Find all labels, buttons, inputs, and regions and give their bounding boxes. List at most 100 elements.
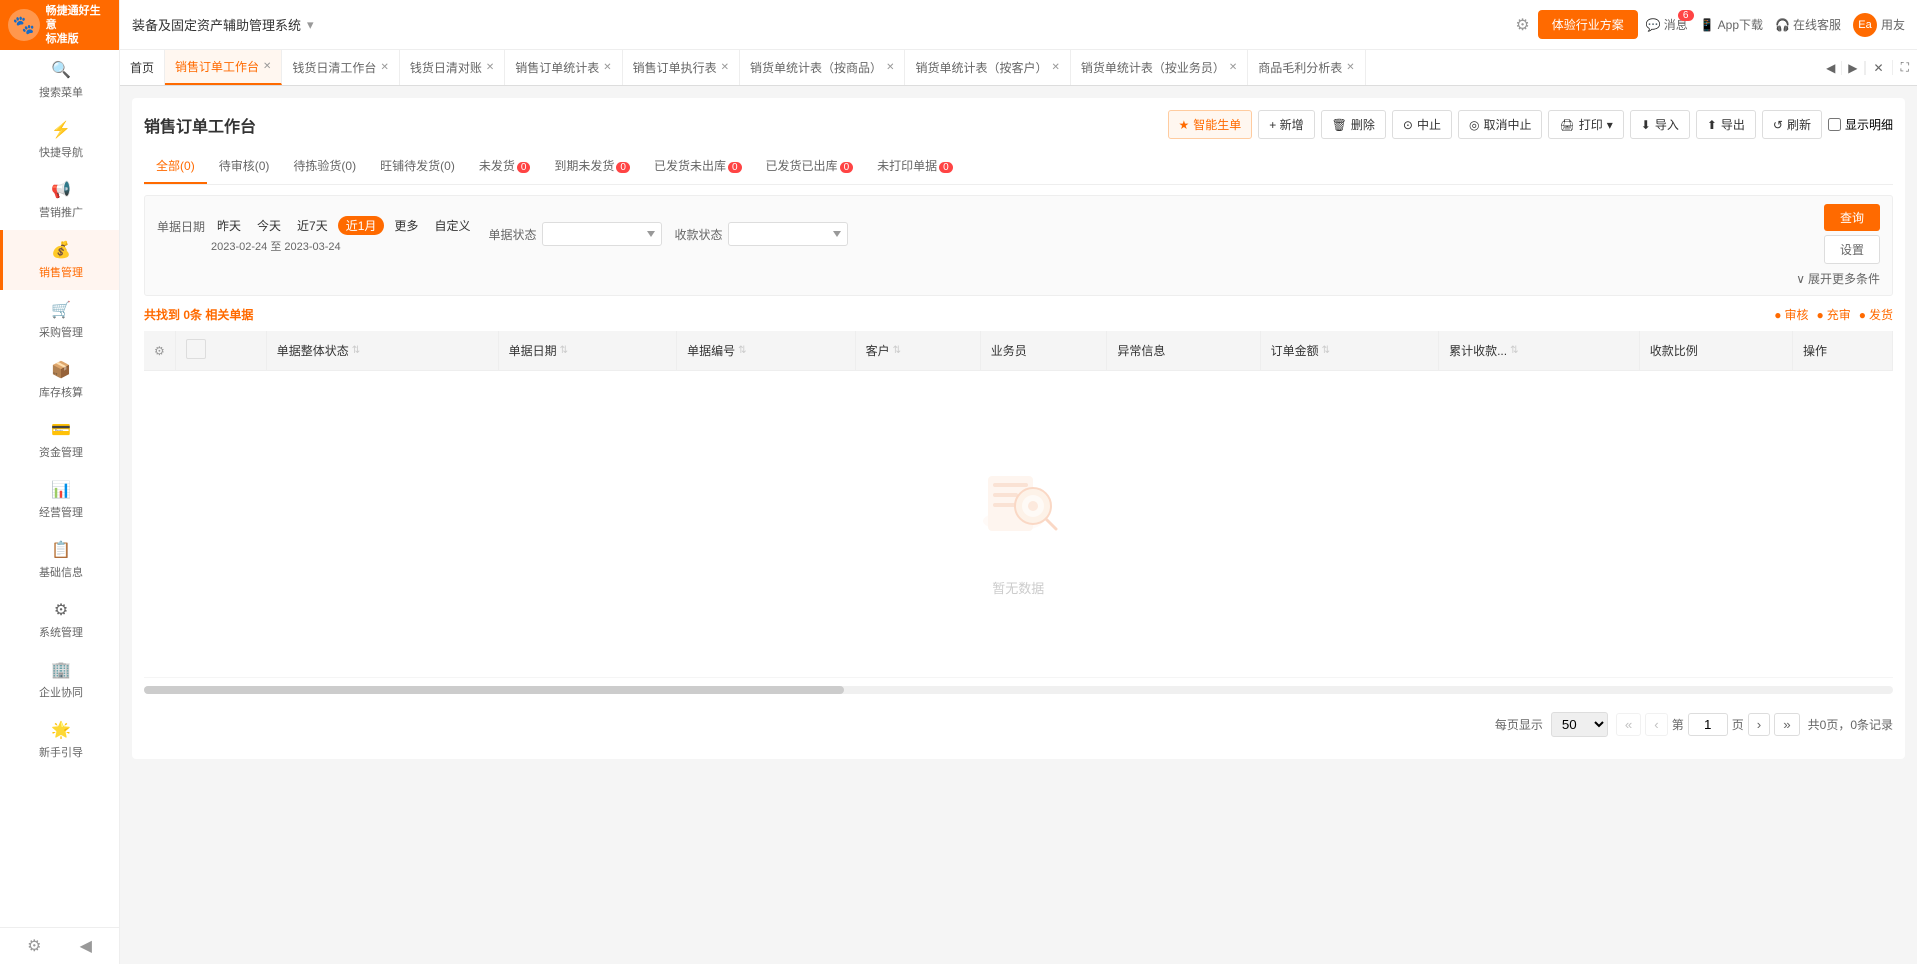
sort-received-icon[interactable]: ⇅: [1510, 345, 1518, 356]
add-button[interactable]: + 新增: [1258, 110, 1314, 139]
tab-summary-product-close[interactable]: ✕: [886, 62, 894, 73]
select-all-checkbox[interactable]: [186, 339, 206, 359]
query-button[interactable]: 查询: [1824, 204, 1880, 231]
date-opt-1month[interactable]: 近1月: [338, 216, 385, 235]
th-checkbox: [175, 331, 266, 371]
date-opt-more[interactable]: 更多: [388, 215, 424, 236]
tab-close-all[interactable]: ✕: [1865, 61, 1892, 75]
sort-date-icon[interactable]: ⇅: [560, 345, 568, 356]
smart-create-button[interactable]: ★ 智能生单: [1168, 110, 1253, 139]
sidebar-item-purchase[interactable]: 🛒 采购管理: [0, 290, 119, 350]
tab-scroll-left[interactable]: ◀: [1820, 61, 1842, 75]
subtab-wangpu[interactable]: 旺铺待发货(0): [368, 149, 467, 184]
collapse-icon[interactable]: ◀: [80, 936, 92, 956]
tab-sales-stat-close[interactable]: ✕: [603, 62, 611, 73]
date-opt-7days[interactable]: 近7天: [291, 215, 334, 236]
sidebar-item-sales[interactable]: 💰 销售管理: [0, 230, 119, 290]
tab-sales-summary-staff[interactable]: 销货单统计表（按业务员） ✕: [1071, 50, 1248, 85]
subtab-shipped-not-out[interactable]: 已发货未出库0: [642, 149, 754, 184]
th-staff: 业务员: [980, 331, 1107, 371]
tab-cash-daily[interactable]: 钱货日清工作台 ✕: [282, 50, 399, 85]
app-download-button[interactable]: 📱 App下载: [1700, 16, 1763, 33]
subtab-pending-review[interactable]: 待审核(0): [207, 149, 282, 184]
sidebar-item-shortcut[interactable]: ⚡ 快捷导航: [0, 110, 119, 170]
tab-summary-customer-close[interactable]: ✕: [1051, 62, 1059, 73]
page-number-input[interactable]: [1688, 713, 1728, 736]
tab-summary-staff-close[interactable]: ✕: [1229, 62, 1237, 73]
sidebar-item-inventory[interactable]: 📦 库存核算: [0, 350, 119, 410]
show-detail-checkbox[interactable]: [1828, 118, 1841, 131]
batch-ship-button[interactable]: ● 发货: [1859, 306, 1893, 323]
settings-icon[interactable]: ⚙: [27, 936, 41, 956]
tab-cash-reconcile-close[interactable]: ✕: [486, 62, 494, 73]
date-opt-yesterday[interactable]: 昨天: [211, 215, 247, 236]
sidebar-item-search[interactable]: 🔍 搜索菜单: [0, 50, 119, 110]
title-chevron-icon[interactable]: ▾: [307, 17, 314, 33]
export-icon: ⬆: [1707, 118, 1717, 132]
tab-scroll-right[interactable]: ▶: [1842, 61, 1864, 75]
sort-status-icon[interactable]: ⇅: [352, 345, 360, 356]
sidebar-item-guide[interactable]: 🌟 新手引导: [0, 710, 119, 770]
tab-sales-summary-product[interactable]: 销货单统计表（按商品） ✕: [740, 50, 905, 85]
tab-gross-profit-close[interactable]: ✕: [1346, 62, 1354, 73]
tab-cash-reconcile[interactable]: 钱货日清对账 ✕: [400, 50, 505, 85]
sidebar-item-system[interactable]: ⚙ 系统管理: [0, 590, 119, 650]
sidebar-item-enterprise[interactable]: 🏢 企业协同: [0, 650, 119, 710]
settings-button[interactable]: 设置: [1824, 235, 1880, 264]
subtab-pending-verify[interactable]: 待拣验货(0): [281, 149, 368, 184]
tab-sales-workbench-close[interactable]: ✕: [263, 61, 271, 72]
last-page-button[interactable]: »: [1774, 713, 1799, 736]
horizontal-scrollbar[interactable]: [144, 686, 1893, 694]
sidebar-item-marketing[interactable]: 📢 营销推广: [0, 170, 119, 230]
prev-page-button[interactable]: ‹: [1645, 713, 1667, 736]
first-page-button[interactable]: «: [1616, 713, 1641, 736]
batch-audit-button[interactable]: ● 审核: [1774, 306, 1808, 323]
status-select[interactable]: [542, 222, 662, 246]
stop-button[interactable]: ⊙ 中止: [1392, 110, 1452, 139]
th-exception: 异常信息: [1107, 331, 1260, 371]
subtab-all[interactable]: 全部(0): [144, 149, 207, 184]
sort-number-icon[interactable]: ⇅: [738, 345, 746, 356]
tab-cash-daily-close[interactable]: ✕: [380, 62, 388, 73]
scrollbar-thumb[interactable]: [144, 686, 844, 694]
tab-sales-summary-customer[interactable]: 销货单统计表（按客户） ✕: [905, 50, 1070, 85]
logo: 🐾 畅捷通好生意 标准版: [0, 0, 119, 50]
tab-home[interactable]: 首页: [120, 50, 165, 85]
payment-select[interactable]: [728, 222, 848, 246]
batch-void-button[interactable]: ● 充审: [1816, 306, 1850, 323]
message-button[interactable]: 💬 消息 6: [1646, 16, 1688, 33]
show-detail-label[interactable]: 显示明细: [1828, 116, 1893, 133]
sidebar-item-operations[interactable]: 📊 经营管理: [0, 470, 119, 530]
subtab-unshipped[interactable]: 未发货0: [467, 149, 543, 184]
subtab-unprinted[interactable]: 未打印单据0: [865, 149, 965, 184]
cancel-stop-button[interactable]: ◎ 取消中止: [1458, 110, 1543, 139]
import-button[interactable]: ⬇ 导入: [1630, 110, 1690, 139]
sort-customer-icon[interactable]: ⇅: [893, 345, 901, 356]
user-menu[interactable]: Ea 用友: [1853, 13, 1905, 37]
tab-sales-exec[interactable]: 销售订单执行表 ✕: [623, 50, 740, 85]
expand-conditions-button[interactable]: ∨ 展开更多条件: [1796, 270, 1880, 287]
topbar-gear-icon[interactable]: ⚙: [1515, 15, 1529, 35]
tab-sales-exec-close[interactable]: ✕: [721, 62, 729, 73]
trial-button[interactable]: 体验行业方案: [1538, 10, 1638, 39]
sidebar-item-basic-info[interactable]: 📋 基础信息: [0, 530, 119, 590]
tab-sales-workbench[interactable]: 销售订单工作台 ✕: [165, 50, 282, 85]
date-opt-custom[interactable]: 自定义: [428, 215, 476, 236]
subtab-shipped-out[interactable]: 已发货已出库0: [754, 149, 866, 184]
tab-sales-stat[interactable]: 销售订单统计表 ✕: [505, 50, 622, 85]
tab-gross-profit[interactable]: 商品毛利分析表 ✕: [1248, 50, 1365, 85]
export-button[interactable]: ⬆ 导出: [1696, 110, 1756, 139]
date-opt-today[interactable]: 今天: [251, 215, 287, 236]
page-size-select[interactable]: 50 10 20 100: [1551, 712, 1608, 737]
refresh-button[interactable]: ↺ 刷新: [1762, 110, 1822, 139]
tab-maximize[interactable]: ⛶: [1892, 60, 1917, 75]
sort-amount-icon[interactable]: ⇅: [1322, 345, 1330, 356]
subtab-overdue[interactable]: 到期未发货0: [542, 149, 642, 184]
column-settings-icon[interactable]: ⚙: [154, 344, 165, 358]
th-operations: 操作: [1793, 331, 1893, 371]
online-service-button[interactable]: 🎧 在线客服: [1775, 16, 1841, 33]
sidebar-item-finance[interactable]: 💳 资金管理: [0, 410, 119, 470]
delete-button[interactable]: 🗑 删除: [1321, 110, 1386, 139]
print-button[interactable]: 🖨 打印 ▾: [1548, 110, 1623, 139]
next-page-button[interactable]: ›: [1748, 713, 1770, 736]
